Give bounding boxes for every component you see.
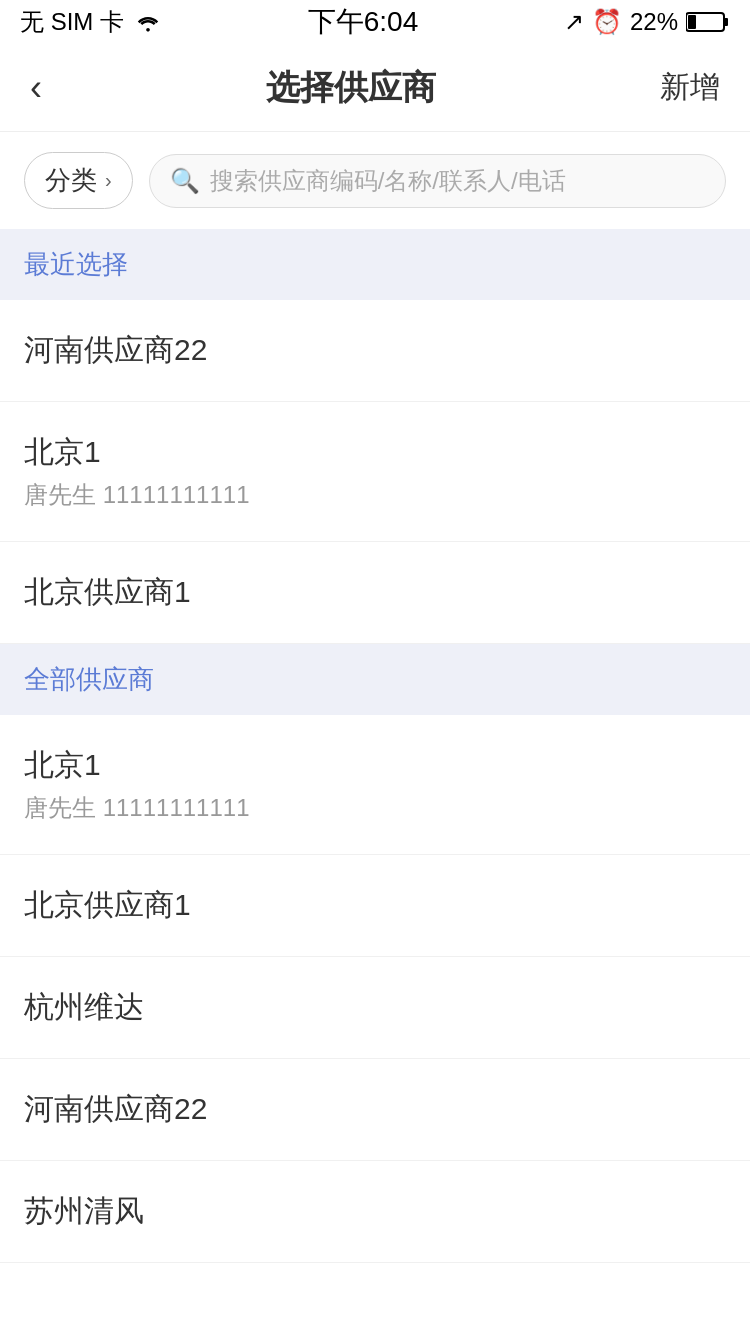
supplier-name: 苏州清风	[24, 1191, 726, 1232]
list-item[interactable]: 北京1 唐先生 11111111111	[0, 402, 750, 542]
all-section-header: 全部供应商	[0, 644, 750, 715]
supplier-name: 河南供应商22	[24, 330, 726, 371]
supplier-sub: 唐先生 11111111111	[24, 479, 726, 511]
supplier-name: 北京供应商1	[24, 885, 726, 926]
list-item[interactable]: 河南供应商22	[0, 300, 750, 402]
supplier-name: 杭州维达	[24, 987, 726, 1028]
search-box[interactable]: 🔍 搜索供应商编码/名称/联系人/电话	[149, 154, 726, 208]
recent-section-header: 最近选择	[0, 229, 750, 300]
supplier-name: 北京1	[24, 745, 726, 786]
status-bar: 无 SIM 卡 下午6:04 ↗ ⏰ 22%	[0, 0, 750, 44]
status-left: 无 SIM 卡	[20, 6, 162, 38]
location-icon: ↗	[564, 8, 584, 36]
search-placeholder: 搜索供应商编码/名称/联系人/电话	[210, 165, 566, 197]
status-time: 下午6:04	[308, 3, 419, 41]
page-title: 选择供应商	[266, 65, 436, 111]
list-item[interactable]: 河南供应商22	[0, 1059, 750, 1161]
sim-status: 无 SIM 卡	[20, 6, 124, 38]
filter-bar: 分类 › 🔍 搜索供应商编码/名称/联系人/电话	[0, 132, 750, 229]
list-item[interactable]: 北京供应商1	[0, 855, 750, 957]
supplier-sub: 唐先生 11111111111	[24, 792, 726, 824]
list-item[interactable]: 苏州清风	[0, 1161, 750, 1263]
alarm-icon: ⏰	[592, 8, 622, 36]
add-button[interactable]: 新增	[660, 67, 720, 108]
chevron-right-icon: ›	[105, 169, 112, 192]
back-button[interactable]: ‹	[30, 67, 42, 109]
list-item[interactable]: 北京供应商1	[0, 542, 750, 644]
category-label: 分类	[45, 163, 97, 198]
search-icon: 🔍	[170, 167, 200, 195]
all-list: 北京1 唐先生 11111111111 北京供应商1 杭州维达 河南供应商22 …	[0, 715, 750, 1263]
list-item[interactable]: 北京1 唐先生 11111111111	[0, 715, 750, 855]
svg-rect-2	[688, 15, 696, 29]
svg-rect-1	[724, 18, 728, 26]
category-filter[interactable]: 分类 ›	[24, 152, 133, 209]
battery-icon	[686, 11, 730, 33]
recent-list: 河南供应商22 北京1 唐先生 11111111111 北京供应商1	[0, 300, 750, 644]
status-right: ↗ ⏰ 22%	[564, 8, 730, 36]
nav-bar: ‹ 选择供应商 新增	[0, 44, 750, 132]
supplier-name: 河南供应商22	[24, 1089, 726, 1130]
battery-percentage: 22%	[630, 8, 678, 36]
list-item[interactable]: 杭州维达	[0, 957, 750, 1059]
supplier-name: 北京1	[24, 432, 726, 473]
supplier-name: 北京供应商1	[24, 572, 726, 613]
wifi-icon	[134, 12, 162, 32]
